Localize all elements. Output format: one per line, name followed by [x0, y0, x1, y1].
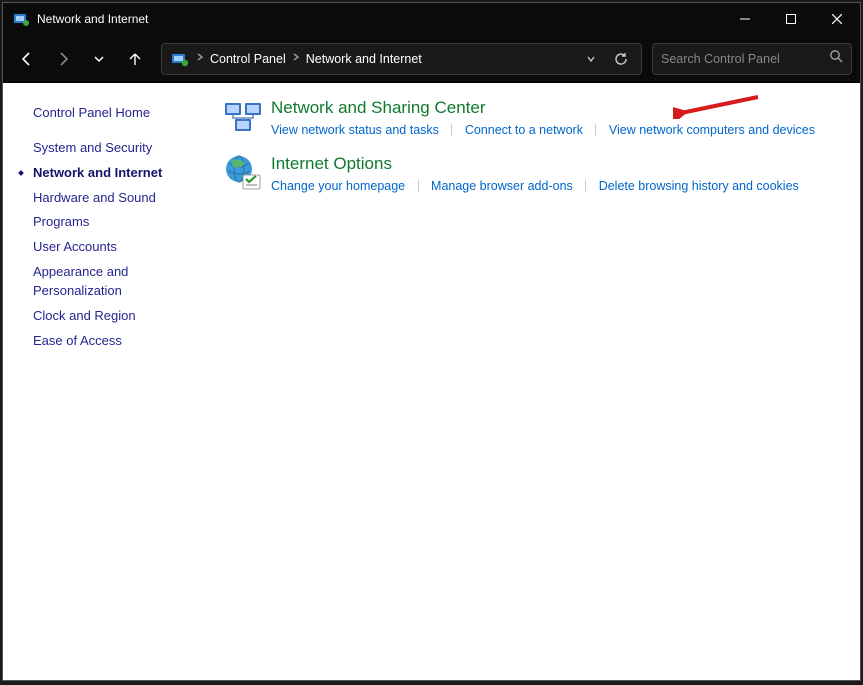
forward-button[interactable] [47, 43, 79, 75]
address-dropdown-button[interactable] [577, 45, 605, 73]
close-button[interactable] [814, 3, 860, 35]
search-icon[interactable] [829, 49, 843, 68]
sub-links-row: Change your homepage Manage browser add-… [271, 177, 840, 195]
sidebar-item-network-internet[interactable]: Network and Internet [11, 161, 201, 186]
refresh-button[interactable] [607, 45, 635, 73]
up-button[interactable] [119, 43, 151, 75]
window-title: Network and Internet [37, 12, 722, 26]
search-box[interactable] [652, 43, 852, 75]
sub-link[interactable]: View network status and tasks [271, 123, 439, 137]
separator [585, 180, 586, 192]
separator [595, 124, 596, 136]
category-title-link[interactable]: Internet Options [271, 153, 392, 175]
category-network-sharing: Network and Sharing Center View network … [223, 97, 840, 139]
sub-links-row: View network status and tasks Connect to… [271, 121, 840, 139]
sidebar-item-ease-access[interactable]: Ease of Access [11, 329, 201, 354]
sidebar-item-user-accounts[interactable]: User Accounts [11, 235, 201, 260]
sub-link[interactable]: View network computers and devices [609, 123, 815, 137]
breadcrumb-item[interactable]: Network and Internet [302, 52, 426, 66]
separator [418, 180, 419, 192]
maximize-button[interactable] [768, 3, 814, 35]
category-internet-options: Internet Options Change your homepage Ma… [223, 153, 840, 195]
sidebar-home-link[interactable]: Control Panel Home [11, 101, 201, 126]
window-frame: Network and Internet [2, 2, 861, 681]
main-panel: Network and Sharing Center View network … [213, 83, 860, 680]
chevron-right-icon [290, 53, 302, 64]
sidebar-item-system-security[interactable]: System and Security [11, 136, 201, 161]
separator [451, 124, 452, 136]
minimize-button[interactable] [722, 3, 768, 35]
breadcrumb-item[interactable]: Control Panel [206, 52, 290, 66]
network-sharing-icon [223, 97, 263, 137]
search-input[interactable] [661, 52, 829, 66]
internet-options-icon [223, 153, 263, 193]
sidebar-item-programs[interactable]: Programs [11, 210, 201, 235]
category-title-link[interactable]: Network and Sharing Center [271, 97, 486, 119]
titlebar: Network and Internet [3, 3, 860, 35]
back-button[interactable] [11, 43, 43, 75]
sub-link[interactable]: Manage browser add-ons [431, 179, 573, 193]
sidebar-item-appearance[interactable]: Appearance and Personalization [11, 260, 201, 304]
sub-link[interactable]: Change your homepage [271, 179, 405, 193]
toolbar: Control Panel Network and Internet [3, 35, 860, 83]
chevron-right-icon [194, 53, 206, 64]
sidebar-item-hardware-sound[interactable]: Hardware and Sound [11, 186, 201, 211]
sub-link[interactable]: Delete browsing history and cookies [599, 179, 799, 193]
sidebar-item-clock-region[interactable]: Clock and Region [11, 304, 201, 329]
address-bar[interactable]: Control Panel Network and Internet [161, 43, 642, 75]
sidebar: Control Panel Home System and Security N… [3, 83, 213, 680]
app-icon [13, 11, 29, 27]
content-area: Control Panel Home System and Security N… [3, 83, 860, 680]
window-controls [722, 3, 860, 35]
recent-locations-button[interactable] [83, 43, 115, 75]
sub-link[interactable]: Connect to a network [465, 123, 583, 137]
location-icon [170, 49, 190, 69]
